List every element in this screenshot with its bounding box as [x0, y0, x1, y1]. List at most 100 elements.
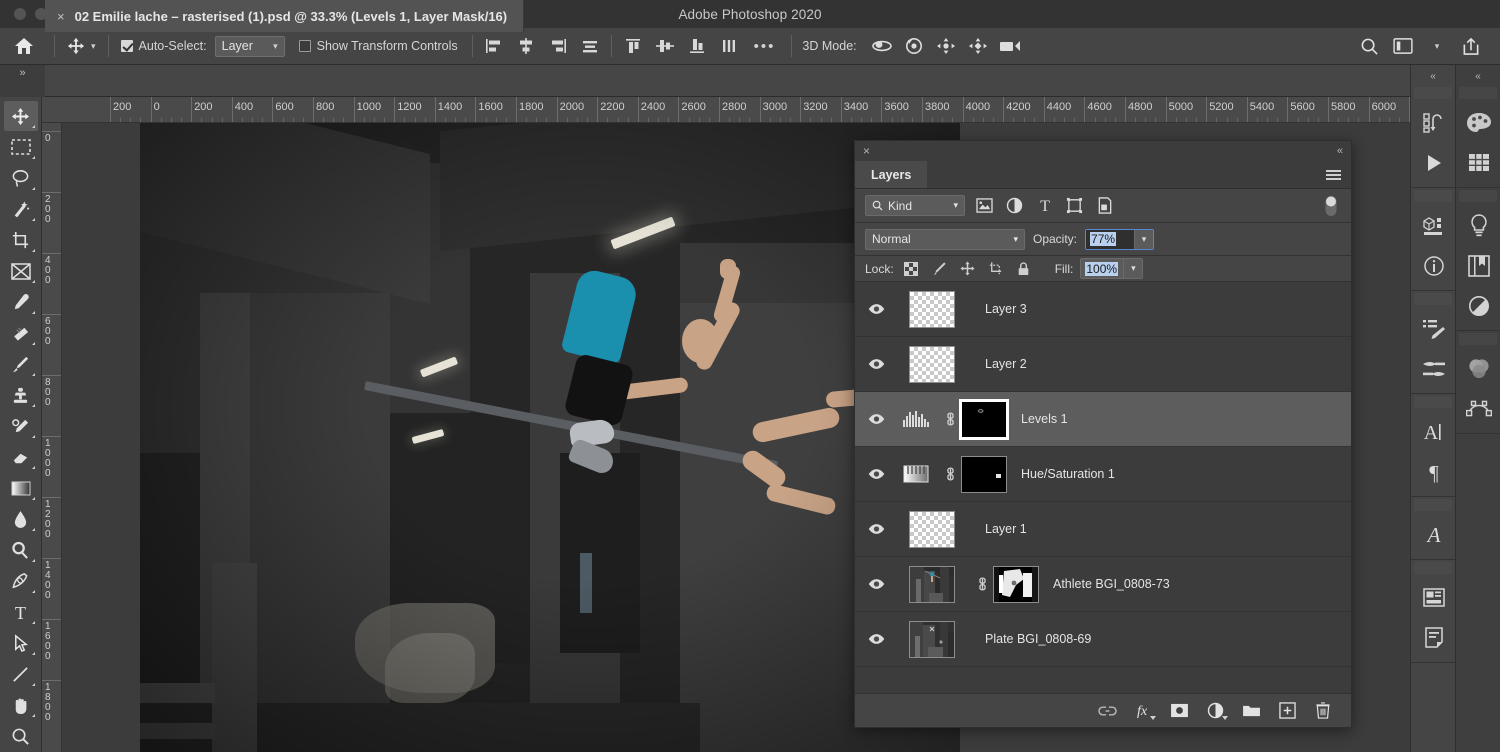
path-selection-tool[interactable]: [4, 628, 38, 658]
layer-thumbnail-cell[interactable]: [893, 566, 971, 603]
horizontal-ruler[interactable]: 2000200400600800100012001400160018002000…: [42, 97, 1410, 123]
lock-image-pixels-button[interactable]: [929, 258, 950, 279]
roll-3d-button[interactable]: [899, 33, 929, 59]
rectangular-marquee-tool[interactable]: [4, 132, 38, 162]
layer-name[interactable]: Hue/Saturation 1: [1007, 467, 1115, 481]
show-transform-checkbox-group[interactable]: Show Transform Controls: [299, 39, 458, 53]
type-tool[interactable]: T: [4, 597, 38, 627]
auto-select-checkbox-group[interactable]: Auto-Select:: [121, 39, 207, 53]
brush-settings-panel-button[interactable]: [1411, 309, 1456, 349]
layer-name[interactable]: Plate BGI_0808-69: [971, 632, 1091, 646]
layer-visibility-toggle[interactable]: [859, 468, 893, 480]
align-vertical-centers-button[interactable]: [650, 33, 680, 59]
layer-visibility-toggle[interactable]: [859, 358, 893, 370]
clone-stamp-tool[interactable]: [4, 380, 38, 410]
opacity-stepper[interactable]: ▾: [1134, 230, 1153, 249]
layer-visibility-toggle[interactable]: [859, 413, 893, 425]
actions-panel-button[interactable]: [1411, 143, 1456, 183]
blur-tool[interactable]: [4, 504, 38, 534]
layer-name[interactable]: Athlete BGI_0808-73: [1039, 577, 1170, 591]
info-panel-button[interactable]: [1411, 246, 1456, 286]
brush-presets-panel-button[interactable]: [1411, 349, 1456, 389]
adjustments-panel-button[interactable]: [1456, 206, 1500, 246]
distribute-vertical-button[interactable]: [714, 33, 744, 59]
filter-kind-dropdown[interactable]: Kind ▾: [865, 195, 965, 216]
lock-all-button[interactable]: [1013, 258, 1034, 279]
move-tool[interactable]: [4, 101, 38, 131]
lock-artboard-nesting-button[interactable]: [985, 258, 1006, 279]
auto-select-checkbox[interactable]: [121, 40, 133, 52]
add-layer-mask-button[interactable]: [1169, 701, 1189, 721]
layer-visibility-toggle[interactable]: [859, 633, 893, 645]
layer-mask-thumbnail[interactable]: [993, 566, 1039, 603]
layer-visibility-toggle[interactable]: [859, 303, 893, 315]
swatches-panel-button[interactable]: [1456, 143, 1500, 183]
auto-select-scope-dropdown[interactable]: Layer ▾: [215, 36, 285, 57]
layer-thumbnail-cell[interactable]: [893, 511, 971, 548]
chevron-down-icon[interactable]: ▾: [91, 42, 96, 51]
filter-shape-layers-button[interactable]: [1064, 195, 1085, 216]
layer-name[interactable]: Layer 3: [971, 302, 1027, 316]
lock-transparent-pixels-button[interactable]: [901, 258, 922, 279]
layer-row[interactable]: Layer 1: [855, 502, 1351, 557]
align-right-edges-button[interactable]: [543, 33, 573, 59]
collapse-panel-icon[interactable]: «: [1337, 145, 1343, 157]
add-layer-style-button[interactable]: fx: [1133, 701, 1153, 721]
history-panel-button[interactable]: [1411, 103, 1456, 143]
frame-tool[interactable]: [4, 256, 38, 286]
paragraph-panel-button[interactable]: ¶: [1411, 452, 1456, 492]
layer-mask-thumbnail[interactable]: [961, 456, 1007, 493]
zoom-camera-3d-button[interactable]: [995, 33, 1025, 59]
zoom-tool[interactable]: [4, 721, 38, 751]
opacity-field[interactable]: 77% ▾: [1085, 229, 1154, 250]
history-brush-tool[interactable]: [4, 411, 38, 441]
more-options-button[interactable]: •••: [744, 38, 786, 55]
filter-pixel-layers-button[interactable]: [974, 195, 995, 216]
mask-link-toggle[interactable]: [939, 409, 961, 429]
paths-panel-button[interactable]: [1456, 389, 1500, 429]
layer-visibility-toggle[interactable]: [859, 523, 893, 535]
glyphs-panel-button[interactable]: A: [1411, 515, 1456, 555]
layer-thumbnail[interactable]: [909, 566, 955, 603]
line-tool[interactable]: [4, 659, 38, 689]
gradient-tool[interactable]: [4, 473, 38, 503]
pen-tool[interactable]: [4, 566, 38, 596]
opacity-input[interactable]: 77%: [1086, 230, 1134, 249]
channels-panel-button[interactable]: [1456, 349, 1500, 389]
fill-input[interactable]: 100%: [1081, 259, 1123, 278]
layer-thumbnail-cell[interactable]: [893, 621, 971, 658]
vertical-ruler[interactable]: 020040060080010001200140016001800: [42, 123, 62, 752]
show-transform-checkbox[interactable]: [299, 40, 311, 52]
layer-comps-panel-button[interactable]: [1411, 578, 1456, 618]
new-layer-button[interactable]: [1277, 701, 1297, 721]
dodge-tool[interactable]: [4, 535, 38, 565]
new-adjustment-layer-button[interactable]: [1205, 701, 1225, 721]
home-button[interactable]: [0, 37, 48, 55]
eraser-tool[interactable]: [4, 442, 38, 472]
layer-row[interactable]: Levels 1: [855, 392, 1351, 447]
layer-thumbnail-cell[interactable]: [893, 346, 971, 383]
layer-thumbnail[interactable]: [909, 621, 955, 658]
share-button[interactable]: [1456, 33, 1486, 59]
lasso-tool[interactable]: [4, 163, 38, 193]
layer-list[interactable]: Layer 3 Layer 2 Levels 1: [855, 282, 1351, 693]
filter-adjustment-layers-button[interactable]: [1004, 195, 1025, 216]
adjustment-layer-icon[interactable]: [893, 464, 939, 484]
layer-thumbnail-transparent[interactable]: [909, 511, 955, 548]
adjustment-layer-icon[interactable]: [893, 409, 939, 429]
notes-panel-button[interactable]: [1411, 618, 1456, 658]
adjustments-half-button[interactable]: [1456, 286, 1500, 326]
panel-menu-button[interactable]: [1326, 161, 1351, 188]
filter-type-layers-button[interactable]: T: [1034, 195, 1055, 216]
layer-row[interactable]: Layer 2: [855, 337, 1351, 392]
lock-position-button[interactable]: [957, 258, 978, 279]
mask-link-toggle[interactable]: [939, 464, 961, 484]
layer-row[interactable]: Layer 3: [855, 282, 1351, 337]
layer-thumbnail-transparent[interactable]: [909, 346, 955, 383]
layer-row[interactable]: Hue/Saturation 1: [855, 447, 1351, 502]
align-top-edges-button[interactable]: [618, 33, 648, 59]
left-panel-expand-button[interactable]: »: [0, 65, 45, 97]
eyedropper-tool[interactable]: [4, 287, 38, 317]
orbit-3d-button[interactable]: [867, 33, 897, 59]
tab-layers[interactable]: Layers: [855, 161, 927, 188]
